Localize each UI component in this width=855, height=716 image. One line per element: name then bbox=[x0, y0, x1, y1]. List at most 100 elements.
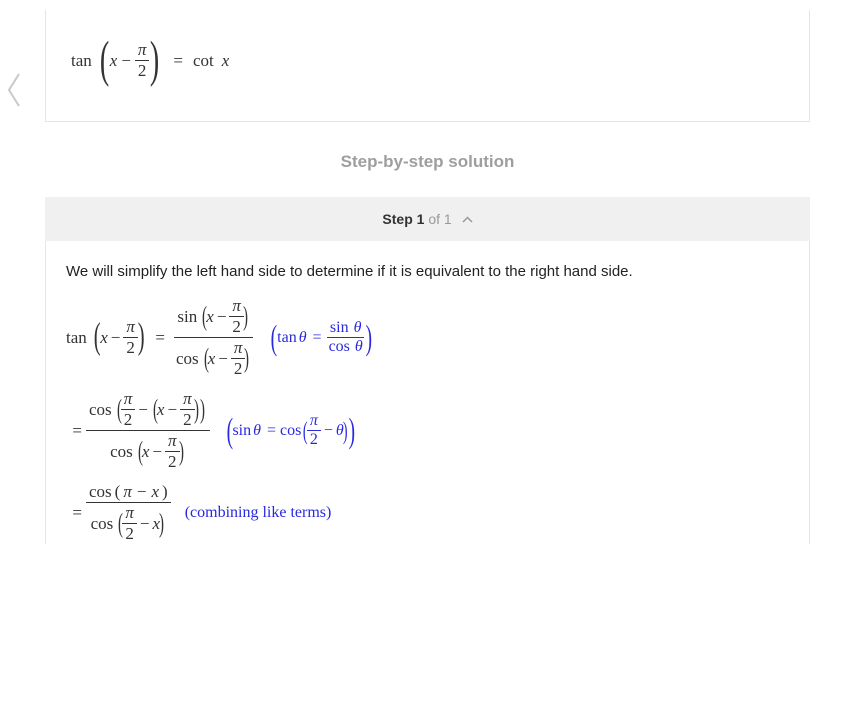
minus: − bbox=[167, 400, 177, 420]
eq: = bbox=[66, 503, 82, 523]
minus: − bbox=[218, 349, 228, 369]
theta: θ bbox=[299, 329, 307, 347]
minus: − bbox=[138, 400, 148, 420]
frac: π 2 bbox=[231, 338, 246, 379]
x: x bbox=[152, 514, 160, 534]
step-total: 1 bbox=[444, 211, 452, 227]
paren: x − π 2 bbox=[136, 431, 186, 472]
minus: − bbox=[111, 328, 121, 348]
cos: cos bbox=[280, 422, 301, 440]
x: x bbox=[208, 349, 216, 369]
reason-3: (combining like terms) bbox=[185, 504, 332, 522]
theta: θ bbox=[354, 319, 362, 337]
var-x: x bbox=[110, 51, 118, 71]
frac: π 2 bbox=[229, 296, 244, 337]
pi: π bbox=[183, 389, 192, 409]
minus: − bbox=[137, 482, 147, 502]
two: 2 bbox=[126, 338, 135, 358]
tan-label: tan bbox=[71, 51, 92, 71]
frac: π 2 bbox=[180, 389, 195, 430]
two: 2 bbox=[138, 61, 147, 81]
chevron-up-icon bbox=[462, 211, 473, 227]
problem-card: tan x − π 2 = cot x bbox=[45, 10, 810, 122]
paren: x − π 2 bbox=[202, 338, 252, 379]
cos: cos bbox=[91, 514, 114, 534]
theta: θ bbox=[253, 422, 261, 440]
intro-text: We will simplify the left hand side to d… bbox=[66, 263, 789, 280]
cos: cos bbox=[89, 482, 112, 502]
eq: = bbox=[267, 422, 276, 440]
frac: cos ( π − x ) cos π 2 − x bbox=[86, 482, 171, 544]
cos: cos bbox=[89, 400, 112, 420]
step-header[interactable]: Step 1 of 1 bbox=[45, 197, 810, 241]
problem-equation: tan x − π 2 = cot x bbox=[71, 40, 229, 81]
inner-paren: x − π 2 bbox=[151, 389, 201, 430]
frac: π 2 bbox=[307, 412, 321, 449]
inner-paren: π 2 − θ bbox=[301, 412, 349, 449]
reason-1: tan θ = sinθ cosθ bbox=[268, 319, 374, 356]
pi: π bbox=[126, 317, 135, 337]
math-line-1: tan x − π 2 = sin x − π bbox=[66, 296, 789, 379]
frac-pi-2: π 2 bbox=[135, 40, 150, 81]
paren: π 2 − x − π 2 bbox=[115, 389, 207, 430]
paren: x − π 2 bbox=[91, 317, 148, 358]
reason-2: sin θ = cos π 2 − θ bbox=[224, 412, 358, 449]
eq: = bbox=[155, 328, 165, 348]
two: 2 bbox=[124, 410, 133, 430]
frac: cos π 2 − x − π 2 bbox=[86, 389, 210, 472]
frac: π 2 bbox=[122, 503, 137, 544]
sin: sin bbox=[232, 422, 251, 440]
chevron-left-icon bbox=[5, 70, 25, 110]
theta: θ bbox=[355, 338, 363, 356]
frac: sinθ cosθ bbox=[326, 319, 366, 356]
x: x bbox=[206, 307, 214, 327]
theta: θ bbox=[336, 422, 344, 440]
pi: π bbox=[123, 482, 132, 502]
pi: π bbox=[168, 431, 177, 451]
paren-group: x − π 2 bbox=[96, 40, 164, 81]
sin: sin bbox=[330, 319, 349, 337]
equals: = bbox=[173, 51, 183, 71]
section-title: Step-by-step solution bbox=[0, 152, 855, 172]
two: 2 bbox=[125, 524, 134, 544]
prev-arrow[interactable] bbox=[5, 70, 35, 120]
pi: π bbox=[138, 40, 147, 60]
two: 2 bbox=[310, 431, 318, 449]
x: x bbox=[142, 442, 150, 462]
frac: π 2 bbox=[121, 389, 136, 430]
two: 2 bbox=[232, 317, 241, 337]
pi: π bbox=[310, 412, 318, 430]
paren: x − π 2 bbox=[200, 296, 250, 337]
minus: − bbox=[152, 442, 162, 462]
frac-sin-cos: sin x − π 2 cos x − bbox=[173, 296, 254, 379]
minus: − bbox=[324, 422, 333, 440]
pi: π bbox=[232, 296, 241, 316]
math-line-3: = cos ( π − x ) cos π 2 bbox=[66, 482, 789, 544]
frac: π 2 bbox=[165, 431, 180, 472]
two: 2 bbox=[183, 410, 192, 430]
step-body: We will simplify the left hand side to d… bbox=[45, 241, 810, 544]
step-of: of bbox=[424, 211, 443, 227]
two: 2 bbox=[234, 359, 243, 379]
eq: = bbox=[66, 421, 82, 441]
var-x: x bbox=[222, 51, 230, 71]
paren: sin θ = cos π 2 − θ bbox=[224, 412, 358, 449]
math-line-2: = cos π 2 − x − π bbox=[66, 389, 789, 472]
cos: cos bbox=[176, 349, 199, 369]
pi: π bbox=[125, 503, 134, 523]
x: x bbox=[100, 328, 108, 348]
paren: π 2 − x bbox=[116, 503, 166, 544]
cos: cos bbox=[110, 442, 133, 462]
pi: π bbox=[124, 389, 133, 409]
paren: tan θ = sinθ cosθ bbox=[268, 319, 374, 356]
two: 2 bbox=[168, 452, 177, 472]
cos: cos bbox=[329, 338, 350, 356]
eq: = bbox=[313, 329, 322, 347]
tan: tan bbox=[66, 328, 87, 348]
sin: sin bbox=[177, 307, 197, 327]
x: x bbox=[151, 482, 159, 502]
minus: − bbox=[121, 51, 131, 71]
minus: − bbox=[140, 514, 150, 534]
pi: π bbox=[234, 338, 243, 358]
tan: tan bbox=[277, 329, 297, 347]
